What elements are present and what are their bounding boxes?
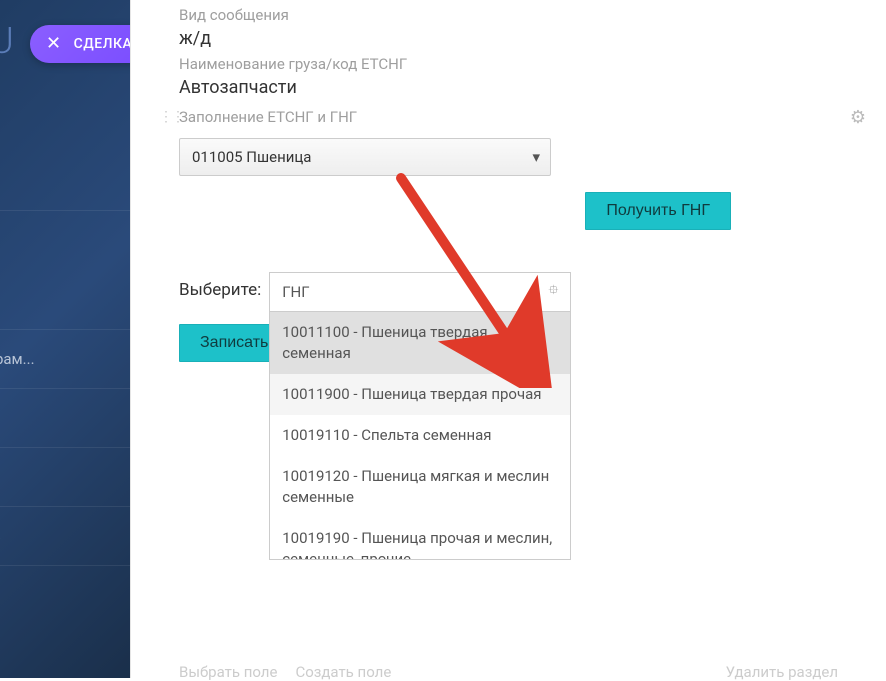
msg-kind-label: Вид сообщения: [179, 6, 838, 24]
logo: U: [0, 20, 14, 62]
get-gng-button[interactable]: Получить ГНГ: [585, 192, 731, 230]
section-title: Заполнение ЕТСНГ и ГНГ: [179, 108, 357, 126]
gng-option[interactable]: 10019190 - Пшеница прочая и меслин, семе…: [270, 518, 570, 559]
sidebar: U екты о CRM неджерам... VL т йнеров: [0, 0, 130, 678]
gng-dropdown-value: ГНГ: [282, 283, 309, 301]
deal-pill-label: СДЕЛКА: [74, 36, 133, 52]
gng-dropdown-list: 10011100 - Пшеница твердая семенная 1001…: [269, 312, 571, 560]
msg-kind-value[interactable]: ж/д: [179, 28, 838, 49]
footer-create-field[interactable]: Создать поле: [295, 663, 391, 681]
sidebar-item-5[interactable]: йнеров: [0, 515, 130, 557]
footer-delete-section[interactable]: Удалить раздел: [726, 663, 838, 681]
gng-option[interactable]: 10011100 - Пшеница твердая семенная: [270, 312, 570, 374]
sidebar-item-4[interactable]: т: [0, 456, 130, 498]
gng-option[interactable]: 10019110 - Спельта семенная: [270, 415, 570, 456]
close-icon[interactable]: ✕: [46, 35, 62, 53]
chevron-down-icon: ▾: [532, 148, 540, 166]
etsng-select-value: 011005 Пшеница: [192, 148, 311, 166]
cargo-label: Наименование груза/код ЕТСНГ: [179, 55, 838, 73]
footer-select-field[interactable]: Выбрать поле: [179, 663, 277, 681]
gear-icon[interactable]: ⚙: [850, 107, 866, 128]
gng-dropdown-scroll[interactable]: 10011100 - Пшеница твердая семенная 1001…: [270, 312, 570, 559]
gng-dropdown[interactable]: ГНГ ⯐: [269, 272, 571, 312]
main-panel: Вид сообщения ж/д Наименование груза/код…: [130, 0, 886, 678]
drag-handle-icon[interactable]: ⋮⋮: [159, 109, 183, 125]
sidebar-item-0[interactable]: екты: [0, 160, 130, 202]
choose-label: Выберите:: [179, 272, 261, 300]
sidebar-item-3[interactable]: VL: [0, 397, 130, 439]
gng-option[interactable]: 10011900 - Пшеница твердая прочая: [270, 374, 570, 415]
cargo-value[interactable]: Автозапчасти: [179, 77, 838, 98]
sidebar-item-2[interactable]: неджерам...: [0, 338, 130, 380]
sidebar-item-1[interactable]: о CRM: [0, 279, 130, 321]
pin-icon: ⯐: [548, 281, 558, 303]
gng-option[interactable]: 10019120 - Пшеница мягкая и меслин семен…: [270, 456, 570, 518]
etsng-select[interactable]: 011005 Пшеница ▾: [179, 138, 551, 176]
